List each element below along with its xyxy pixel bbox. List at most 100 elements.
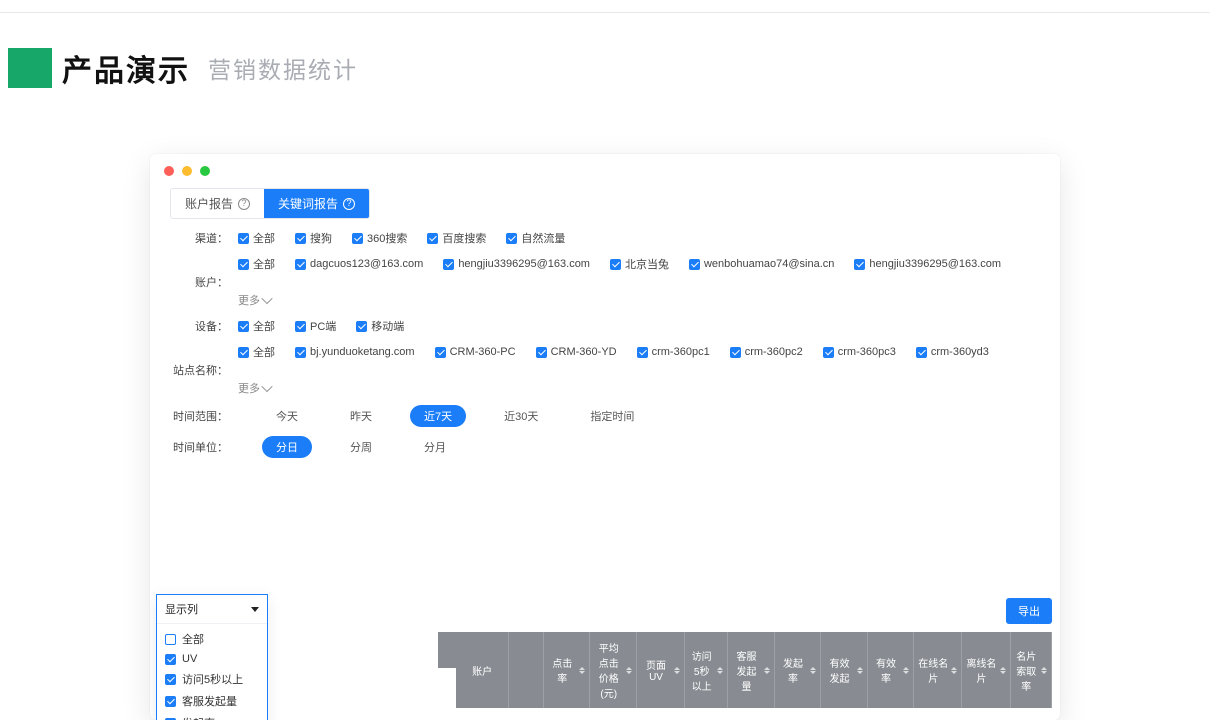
table-cell[interactable]: bj-云朵课堂 (456, 708, 509, 720)
table-header[interactable]: 访问5秒以上 (685, 632, 728, 708)
checkbox-icon (443, 259, 454, 270)
filter-option[interactable]: hengjiu3396295@163.com (854, 258, 1001, 270)
filter-option-label: wenbohuamao74@sina.cn (704, 258, 834, 270)
checkbox-icon (506, 233, 517, 244)
filter-option[interactable]: bj.yunduoketang.com (295, 346, 415, 358)
table-header-label: 离线名片 (966, 655, 996, 685)
filter-row-timerange: 时间范围：今天昨天近7天近30天指定时间 (170, 405, 1040, 427)
export-button[interactable]: 导出 (1006, 598, 1052, 624)
tab-label: 关键词报告 (278, 195, 338, 212)
filter-option-label: crm-360pc2 (745, 346, 803, 358)
table-header[interactable]: 有效率 (868, 632, 914, 708)
filter-label: 账户： (170, 274, 228, 290)
table-header[interactable]: 平均点击价格(元) (590, 632, 636, 708)
checkbox-icon (356, 321, 367, 332)
column-option-label: 发起率 (182, 715, 215, 720)
filter-option[interactable]: 360搜索 (352, 230, 407, 246)
page-title: 产品演示 (62, 46, 190, 90)
checkbox-icon (352, 233, 363, 244)
table-cell: 0 (914, 708, 962, 720)
pill-option[interactable]: 分周 (336, 436, 386, 458)
table-header[interactable]: 客服发起量 (728, 632, 774, 708)
column-selector-label: 显示列 (165, 601, 198, 617)
table-header-label: 访问5秒以上 (689, 648, 714, 693)
column-option[interactable]: 全部 (157, 628, 267, 650)
checkbox-icon (238, 321, 249, 332)
pill-option[interactable]: 指定时间 (576, 405, 648, 427)
filter-option[interactable]: 全部 (238, 230, 275, 246)
filter-option[interactable]: crm-360pc2 (730, 346, 803, 358)
filter-option[interactable]: 全部 (238, 318, 275, 334)
table-header[interactable]: 账户 (456, 632, 509, 708)
table-header[interactable]: 离线名片 (962, 632, 1010, 708)
filter-option[interactable]: CRM-360-PC (435, 346, 516, 358)
table-cell: 堂 (509, 708, 544, 720)
filter-option-label: 全部 (253, 344, 275, 360)
sort-icon (626, 667, 632, 674)
table-header[interactable]: 点击率 (544, 632, 590, 708)
filter-option[interactable]: wenbohuamao74@sina.cn (689, 258, 834, 270)
filter-label: 设备： (170, 318, 228, 334)
filter-option[interactable]: PC端 (295, 318, 336, 334)
minimize-icon[interactable] (182, 166, 192, 176)
table-header[interactable] (509, 632, 544, 708)
table-header[interactable]: 名片索取率 (1011, 632, 1052, 708)
pill-option[interactable]: 近30天 (490, 405, 552, 427)
filter-option[interactable]: hengjiu3396295@163.com (443, 258, 590, 270)
filter-option[interactable]: 全部 (238, 344, 275, 360)
column-option[interactable]: 客服发起量 (157, 690, 267, 712)
column-option[interactable]: 访问5秒以上 (157, 668, 267, 690)
filter-option-label: 移动端 (371, 318, 404, 334)
tab-label: 账户报告 (185, 195, 233, 212)
column-option[interactable]: 发起率 (157, 712, 267, 720)
filter-option-label: 北京当兔 (625, 256, 669, 272)
checkbox-icon (689, 259, 700, 270)
filter-option[interactable]: dagcuos123@163.com (295, 258, 423, 270)
tab-keyword-report[interactable]: 关键词报告 ? (264, 189, 369, 218)
table-header[interactable]: 在线名片 (914, 632, 962, 708)
column-option[interactable]: UV (157, 650, 267, 668)
top-divider (0, 12, 1210, 13)
column-selector-dropdown[interactable]: 显示列 全部UV访问5秒以上客服发起量发起率有效发起有效率在线名片离线名片名片索… (156, 594, 268, 720)
tab-account-report[interactable]: 账户报告 ? (171, 189, 264, 218)
more-link[interactable]: 更多 (238, 380, 271, 396)
filter-option-label: 百度搜索 (442, 230, 486, 246)
filter-option[interactable]: crm-360pc3 (823, 346, 896, 358)
help-icon[interactable]: ? (343, 198, 355, 210)
table-header[interactable]: 发起率 (775, 632, 821, 708)
filter-option-label: 全部 (253, 256, 275, 272)
filter-option-label: 全部 (253, 230, 275, 246)
filter-option[interactable]: 全部 (238, 256, 275, 272)
table-cell: 0 (728, 708, 774, 720)
table-header-clip (438, 632, 456, 668)
pill-option[interactable]: 分月 (410, 436, 460, 458)
maximize-icon[interactable] (200, 166, 210, 176)
filter-option[interactable]: crm-360pc1 (637, 346, 710, 358)
filter-option-label: CRM-360-YD (551, 346, 617, 358)
filter-option[interactable]: 百度搜索 (427, 230, 486, 246)
filter-option[interactable]: CRM-360-YD (536, 346, 617, 358)
more-link[interactable]: 更多 (238, 292, 271, 308)
checkbox-icon (238, 259, 249, 270)
pill-option[interactable]: 近7天 (410, 405, 466, 427)
filter-option[interactable]: 北京当兔 (610, 256, 669, 272)
close-icon[interactable] (164, 166, 174, 176)
table-header[interactable]: 页面UV (637, 632, 685, 708)
checkbox-icon (165, 654, 176, 665)
filter-option-label: CRM-360-PC (450, 346, 516, 358)
filter-option[interactable]: 自然流量 (506, 230, 565, 246)
filter-option[interactable]: crm-360yd3 (916, 346, 989, 358)
pill-option[interactable]: 分日 (262, 436, 312, 458)
table-cell: 0% (1010, 708, 1051, 720)
filter-label: 时间单位： (170, 439, 228, 455)
filter-row-device: 设备： 全部 PC端 移动端 (170, 317, 1040, 335)
sort-icon (674, 667, 680, 674)
help-icon[interactable]: ? (238, 198, 250, 210)
pill-option[interactable]: 昨天 (336, 405, 386, 427)
table-header[interactable]: 有效发起 (821, 632, 867, 708)
filter-option[interactable]: 搜狗 (295, 230, 332, 246)
filter-option[interactable]: 移动端 (356, 318, 404, 334)
sort-icon (717, 667, 723, 674)
column-option-label: 全部 (182, 631, 204, 647)
pill-option[interactable]: 今天 (262, 405, 312, 427)
